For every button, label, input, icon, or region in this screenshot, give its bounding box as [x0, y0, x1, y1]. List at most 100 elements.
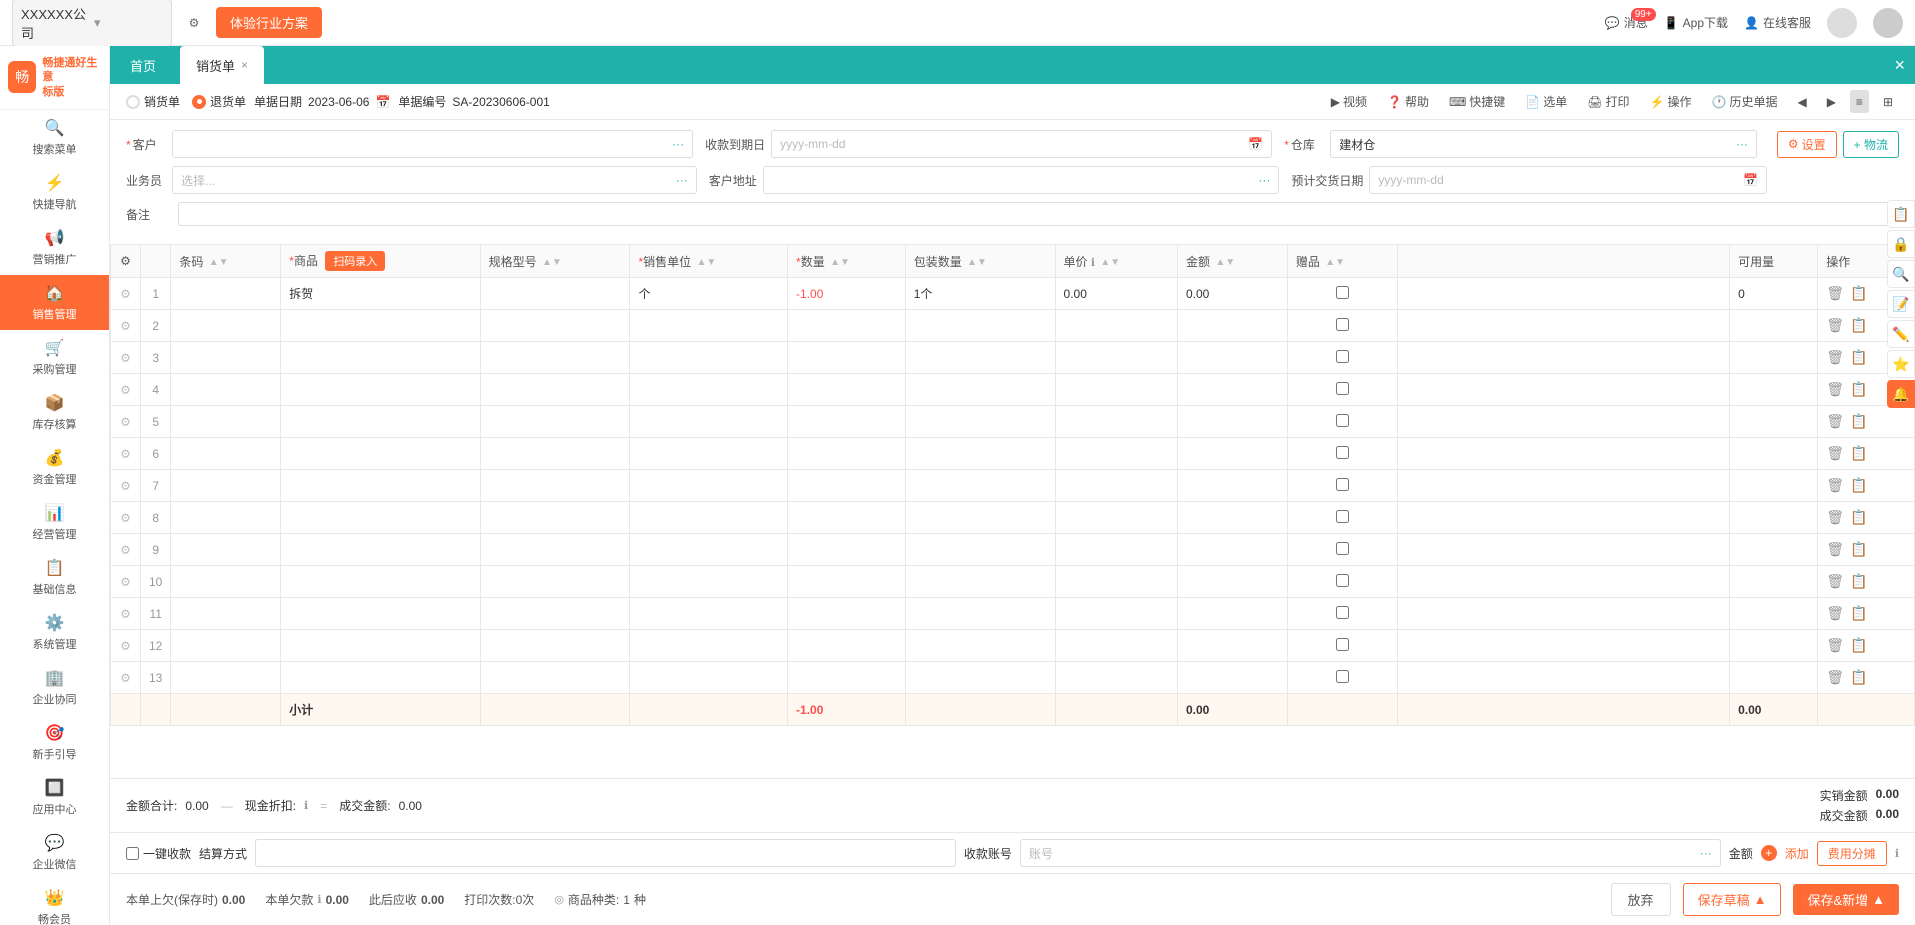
cell-unit[interactable] [630, 534, 788, 566]
cell-price[interactable] [1055, 662, 1177, 694]
cell-price[interactable] [1055, 598, 1177, 630]
cell-product[interactable] [281, 662, 480, 694]
cell-qty[interactable] [788, 534, 906, 566]
sidebar-item-sales[interactable]: 🏠 销售管理 [0, 275, 109, 330]
sidebar-item-guide[interactable]: 🎯 新手引导 [0, 715, 109, 770]
cell-barcode[interactable] [171, 502, 281, 534]
cell-price[interactable] [1055, 534, 1177, 566]
delete-icon[interactable]: 🗑 [1826, 669, 1844, 686]
sidebar-item-inventory[interactable]: 📦 库存核算 [0, 385, 109, 440]
cell-barcode[interactable] [171, 374, 281, 406]
cell-qty[interactable] [788, 342, 906, 374]
cell-unit[interactable] [630, 342, 788, 374]
cell-pkgqty[interactable] [905, 630, 1055, 662]
copy-icon[interactable]: 📋 [1850, 317, 1867, 334]
delete-icon[interactable]: 🗑 [1826, 573, 1844, 590]
cell-price[interactable] [1055, 342, 1177, 374]
cell-amount[interactable] [1177, 566, 1287, 598]
delete-icon[interactable]: 🗑 [1826, 381, 1844, 398]
cell-pkgqty[interactable] [905, 534, 1055, 566]
gift-checkbox[interactable] [1336, 286, 1349, 299]
copy-icon[interactable]: 📋 [1850, 445, 1867, 462]
cell-pkgqty[interactable]: 1个 [905, 278, 1055, 310]
cell-qty[interactable]: -1.00 [788, 278, 906, 310]
cell-qty[interactable] [788, 598, 906, 630]
sidebar-item-quick-nav[interactable]: ⚡ 快捷导航 [0, 165, 109, 220]
salesperson-input[interactable]: 选择... ··· [172, 166, 697, 194]
cell-spec[interactable] [480, 598, 630, 630]
sidebar-item-wechat[interactable]: 💬 企业微信 [0, 825, 109, 880]
cell-amount[interactable] [1177, 502, 1287, 534]
copy-icon[interactable]: 📋 [1850, 413, 1867, 430]
copy-icon[interactable]: 📋 [1850, 605, 1867, 622]
cell-barcode[interactable] [171, 630, 281, 662]
cell-gift[interactable] [1287, 438, 1397, 470]
tab-home[interactable]: 首页 [110, 46, 176, 84]
cell-barcode[interactable] [171, 662, 281, 694]
cell-unit[interactable] [630, 374, 788, 406]
float-btn-1[interactable]: 📋 [1887, 200, 1915, 228]
cell-unit[interactable] [630, 566, 788, 598]
history-btn[interactable]: 🕐 历史单据 [1705, 90, 1783, 113]
cell-unit[interactable] [630, 502, 788, 534]
delete-icon[interactable]: 🗑 [1826, 477, 1844, 494]
cell-amount[interactable] [1177, 374, 1287, 406]
cell-pkgqty[interactable] [905, 566, 1055, 598]
cell-price[interactable] [1055, 630, 1177, 662]
gift-checkbox[interactable] [1336, 414, 1349, 427]
cell-gift[interactable] [1287, 630, 1397, 662]
delete-icon[interactable]: 🗑 [1826, 445, 1844, 462]
cell-product[interactable] [281, 438, 480, 470]
cell-unit[interactable] [630, 310, 788, 342]
float-btn-2[interactable]: 🔒 [1887, 230, 1915, 258]
cell-price[interactable] [1055, 374, 1177, 406]
copy-icon[interactable]: 📋 [1850, 541, 1867, 558]
sidebar-item-enterprise[interactable]: 🏢 企业协同 [0, 660, 109, 715]
cell-product[interactable] [281, 502, 480, 534]
copy-icon[interactable]: 📋 [1850, 285, 1867, 302]
copy-icon[interactable]: 📋 [1850, 477, 1867, 494]
cell-gift[interactable] [1287, 662, 1397, 694]
cell-gift[interactable] [1287, 470, 1397, 502]
print-btn[interactable]: 🖨 打印 [1581, 90, 1635, 113]
sidebar-item-system[interactable]: ⚙️ 系统管理 [0, 605, 109, 660]
choose-btn[interactable]: 📄 选单 [1519, 90, 1573, 113]
cell-amount[interactable]: 0.00 [1177, 278, 1287, 310]
cell-pkgqty[interactable] [905, 502, 1055, 534]
cell-spec[interactable] [480, 374, 630, 406]
cell-product[interactable] [281, 342, 480, 374]
cell-barcode[interactable] [171, 438, 281, 470]
sidebar-item-apps[interactable]: 🔲 应用中心 [0, 770, 109, 825]
message-button[interactable]: 💬 消息 99+ [1605, 14, 1648, 31]
cell-barcode[interactable] [171, 406, 281, 438]
close-window-icon[interactable]: × [1894, 55, 1905, 76]
cell-unit[interactable]: 个 [630, 278, 788, 310]
cell-amount[interactable] [1177, 470, 1287, 502]
customer-input[interactable]: ··· [172, 130, 693, 158]
gift-checkbox[interactable] [1336, 574, 1349, 587]
cell-spec[interactable] [480, 278, 630, 310]
save-new-button[interactable]: 保存&新增 ▲ [1793, 884, 1899, 915]
cell-amount[interactable] [1177, 662, 1287, 694]
cell-spec[interactable] [480, 566, 630, 598]
gift-checkbox[interactable] [1336, 510, 1349, 523]
gift-checkbox[interactable] [1336, 670, 1349, 683]
cell-price[interactable] [1055, 566, 1177, 598]
user-avatar[interactable] [1827, 8, 1857, 38]
cell-unit[interactable] [630, 470, 788, 502]
cell-qty[interactable] [788, 406, 906, 438]
cell-amount[interactable] [1177, 438, 1287, 470]
cell-barcode[interactable] [171, 310, 281, 342]
company-selector[interactable]: XXXXXX公司 ▾ [12, 0, 172, 47]
delivery-date-calendar-icon[interactable]: 📅 [1743, 173, 1758, 187]
settings-button[interactable]: ⚙ 设置 [1777, 131, 1837, 158]
cell-unit[interactable] [630, 406, 788, 438]
cell-barcode[interactable] [171, 534, 281, 566]
delete-icon[interactable]: 🗑 [1826, 349, 1844, 366]
cell-gift[interactable] [1287, 310, 1397, 342]
tab-sales-order[interactable]: 销货单 × [180, 46, 264, 84]
note-input[interactable] [178, 202, 1899, 226]
cell-pkgqty[interactable] [905, 406, 1055, 438]
delete-icon[interactable]: 🗑 [1826, 605, 1844, 622]
cell-barcode[interactable] [171, 598, 281, 630]
